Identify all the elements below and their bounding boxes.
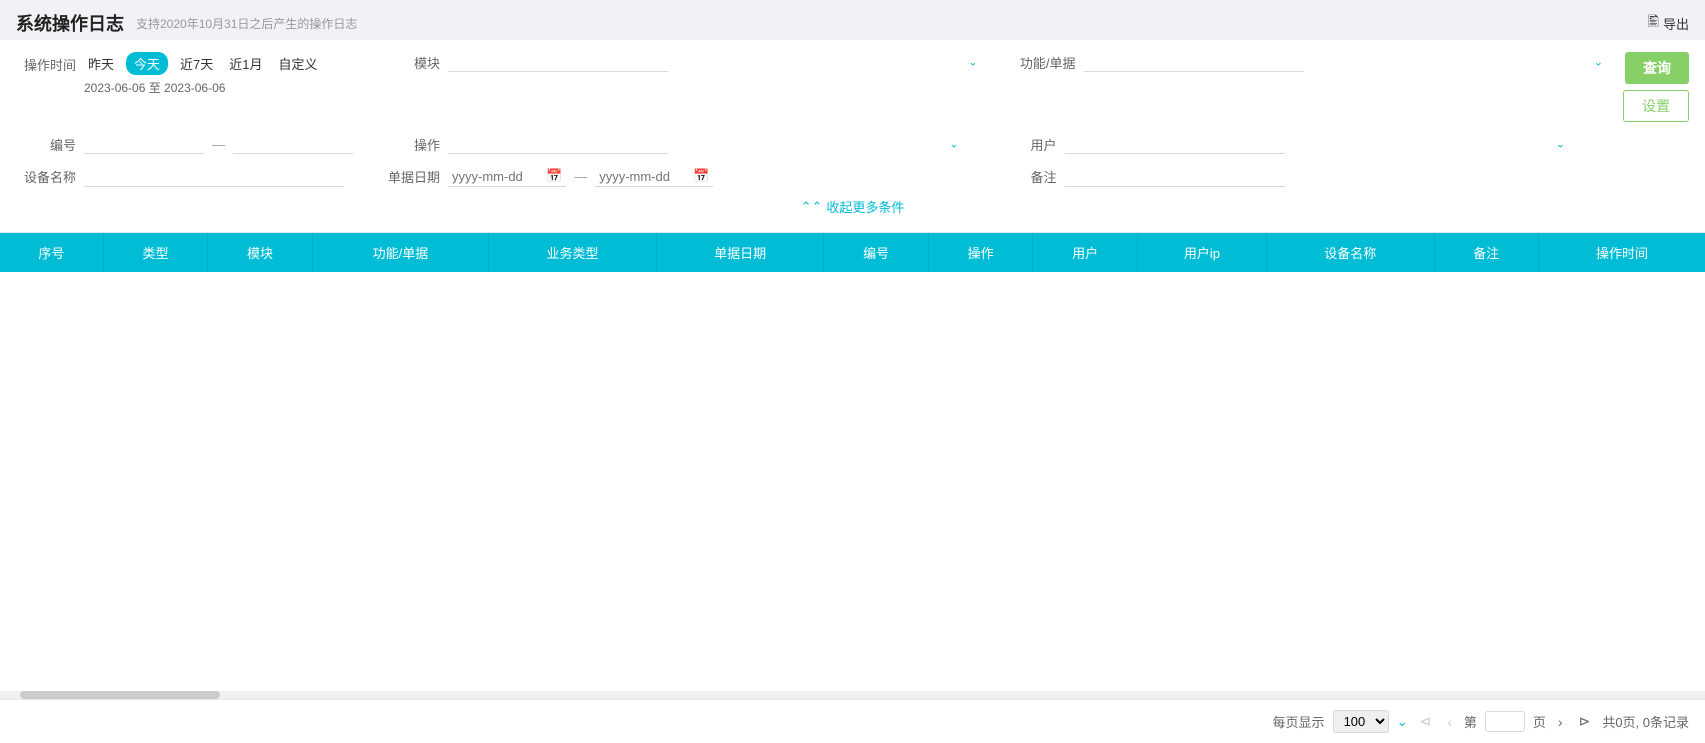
operation-chevron-icon: ⌄ (949, 138, 958, 151)
pagination: 每页显示 100 50 200 ⌄ ⊲ ‹ 第 1 页 › ⊳ 共0页, 0条记… (0, 699, 1705, 743)
export-button[interactable]: 🖺 导出 (1648, 11, 1689, 35)
operation-select[interactable] (448, 134, 668, 154)
user-select[interactable] (1065, 134, 1285, 154)
page-next-button[interactable]: › (1554, 712, 1567, 732)
remark-input[interactable] (1065, 167, 1285, 187)
remark-label: 备注 (987, 167, 1057, 186)
time-label: 操作时间 (16, 52, 76, 74)
code-label: 编号 (16, 135, 76, 154)
func-label: 功能/单据 (1006, 53, 1076, 72)
col-operation: 操作 (928, 233, 1032, 272)
per-page-chevron: ⌄ (1397, 714, 1408, 730)
date-to-wrapper: 📅 (595, 166, 713, 187)
total-label: 共0页, 0条记录 (1602, 712, 1689, 731)
func-select[interactable] (1084, 52, 1304, 72)
col-user: 用户 (1033, 233, 1137, 272)
col-remark: 备注 (1434, 233, 1538, 272)
collapse-row: ⌃⌃ 收起更多条件 (16, 191, 1689, 220)
col-device: 设备名称 (1266, 233, 1434, 272)
time-btn-custom[interactable]: 自定义 (275, 52, 322, 75)
horizontal-scrollbar[interactable] (0, 691, 1705, 699)
page-prev-button[interactable]: ‹ (1443, 712, 1456, 732)
export-icon: 🖺 (1648, 11, 1659, 35)
user-chevron-icon: ⌄ (1556, 138, 1565, 151)
per-page-select[interactable]: 100 50 200 (1333, 710, 1389, 733)
time-btn-7days[interactable]: 近7天 (176, 52, 217, 75)
per-page-label: 每页显示 (1273, 712, 1325, 731)
page-input[interactable]: 1 (1485, 711, 1525, 732)
collapse-up-icon: ⌃⌃ (801, 199, 823, 215)
operation-label: 操作 (380, 135, 440, 154)
collapse-button[interactable]: ⌃⌃ 收起更多条件 (801, 197, 905, 216)
calendar-from-icon[interactable]: 📅 (546, 168, 562, 184)
col-biz-type: 业务类型 (489, 233, 657, 272)
query-button[interactable]: 查询 (1625, 52, 1689, 84)
action-buttons: 查询 设置 (1607, 52, 1689, 122)
time-btn-yesterday[interactable]: 昨天 (84, 52, 118, 75)
module-label: 模块 (380, 53, 440, 72)
page-end-label: 页 (1533, 712, 1546, 731)
module-select[interactable] (448, 52, 668, 72)
page-first-button[interactable]: ⊲ (1415, 711, 1435, 732)
scroll-thumb[interactable] (20, 691, 220, 699)
col-seq: 序号 (0, 233, 103, 272)
page-last-button[interactable]: ⊳ (1575, 711, 1595, 732)
col-code: 编号 (824, 233, 928, 272)
table-container: 序号 类型 模块 功能/单据 业务类型 单据日期 编号 操作 用户 用户ip 设… (0, 233, 1705, 691)
calendar-to-icon[interactable]: 📅 (693, 168, 709, 184)
code-end-input[interactable] (233, 134, 353, 154)
date-to-input[interactable] (599, 169, 689, 184)
module-chevron-icon: ⌄ (968, 56, 977, 69)
page-header: 系统操作日志 支持2020年10月31日之后产生的操作日志 🖺 导出 (0, 0, 1705, 40)
time-range-display: 2023-06-06 至 2023-06-06 (84, 79, 322, 96)
date-from-input[interactable] (452, 169, 542, 184)
device-input[interactable] (84, 167, 344, 187)
filter-area: 操作时间 昨天 今天 近7天 近1月 自定义 2023-06-06 至 2023… (0, 40, 1705, 233)
time-filter: 昨天 今天 近7天 近1月 自定义 2023-06-06 至 2023-06-0… (84, 52, 322, 96)
user-label: 用户 (987, 135, 1057, 154)
time-btn-today[interactable]: 今天 (126, 52, 168, 75)
code-start-input[interactable] (84, 134, 204, 154)
col-module: 模块 (208, 233, 312, 272)
page-label: 第 (1464, 712, 1477, 731)
func-chevron-icon: ⌄ (1594, 56, 1603, 69)
time-btn-1month[interactable]: 近1月 (225, 52, 266, 75)
date-label: 单据日期 (380, 167, 440, 186)
col-op-time: 操作时间 (1539, 233, 1705, 272)
date-from-wrapper: 📅 (448, 166, 566, 187)
table-header-row: 序号 类型 模块 功能/单据 业务类型 单据日期 编号 操作 用户 用户ip 设… (0, 233, 1705, 272)
page-subtitle: 支持2020年10月31日之后产生的操作日志 (136, 15, 357, 32)
col-user-ip: 用户ip (1137, 233, 1266, 272)
col-type: 类型 (103, 233, 207, 272)
settings-button[interactable]: 设置 (1623, 90, 1689, 122)
col-date: 单据日期 (656, 233, 824, 272)
data-table: 序号 类型 模块 功能/单据 业务类型 单据日期 编号 操作 用户 用户ip 设… (0, 233, 1705, 272)
device-label: 设备名称 (16, 167, 76, 186)
page-title: 系统操作日志 (16, 10, 124, 36)
col-func: 功能/单据 (312, 233, 488, 272)
